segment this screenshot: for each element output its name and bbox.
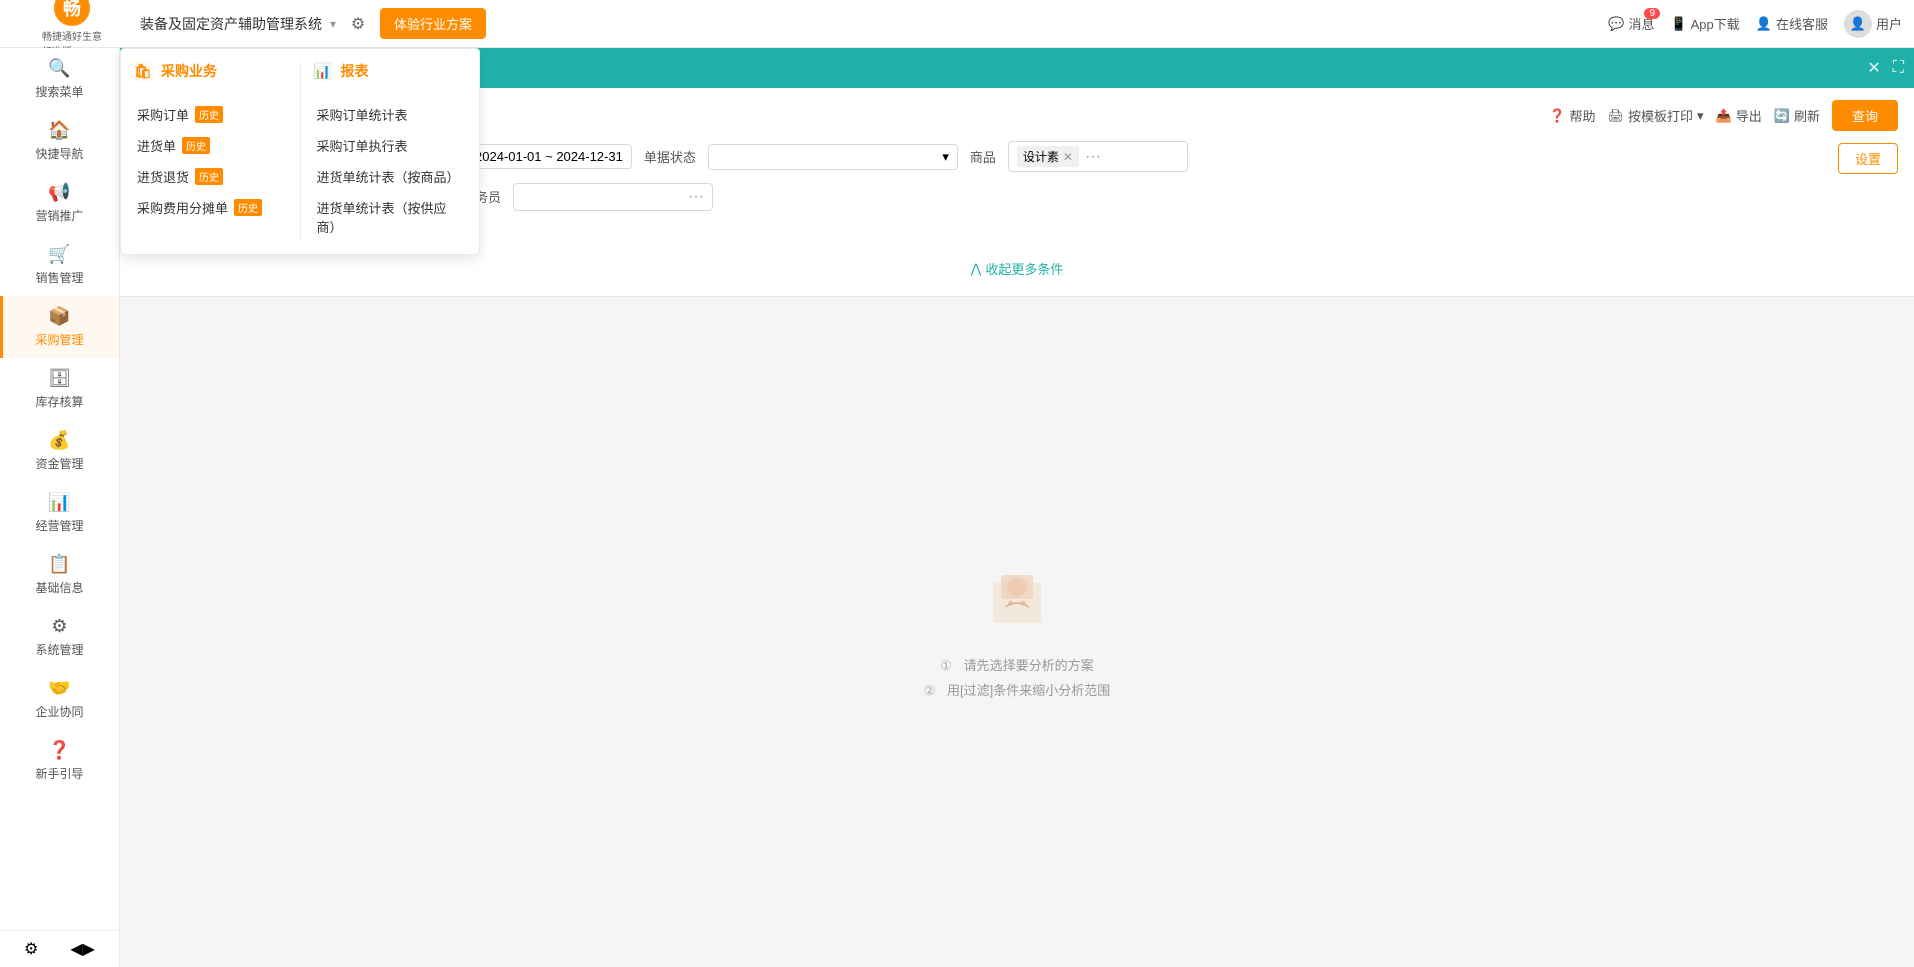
- home-icon: 🏠: [48, 120, 70, 141]
- salesman-input[interactable]: ···: [513, 183, 713, 211]
- history-badge-2: 历史: [195, 168, 223, 185]
- storage-icon: 🗄: [48, 368, 71, 389]
- print-dropdown-arrow[interactable]: ▾: [1697, 108, 1704, 124]
- system-title-area: 装备及固定资产辅助管理系统 ▾ ⚙ 体验行业方案: [140, 8, 1600, 39]
- export-button[interactable]: 📤 导出: [1716, 106, 1762, 125]
- menu-item-report-order-stats[interactable]: 采购订单统计表: [313, 99, 468, 130]
- status-dropdown-arrow: ▾: [942, 149, 949, 165]
- goods-label: 商品: [970, 147, 996, 166]
- sidebar-item-basic[interactable]: 📋 基础信息: [0, 544, 119, 606]
- sidebar-item-enterprise[interactable]: 🤝 企业协同: [0, 668, 119, 730]
- empty-hint-2: ② 用[过滤]条件来缩小分析范围: [924, 680, 1111, 699]
- status-select[interactable]: ▾: [708, 144, 958, 170]
- template-print-button[interactable]: 🖨 按模板打印 ▾: [1608, 106, 1704, 125]
- sidebar-item-purchase[interactable]: 📦 采购管理: [0, 296, 119, 358]
- system-title-text: 装备及固定资产辅助管理系统: [140, 14, 322, 34]
- menu-item-purchase-expense[interactable]: 采购费用分摊单 历史: [133, 192, 288, 223]
- sidebar-item-funds[interactable]: 💰 资金管理: [0, 420, 119, 482]
- menu-item-purchase-order[interactable]: 采购订单 历史: [133, 99, 288, 130]
- list-icon: 📋: [48, 554, 70, 575]
- history-badge-3: 历史: [234, 199, 262, 216]
- menu-item-report-incoming-goods[interactable]: 进货单统计表（按商品）: [313, 161, 468, 192]
- megaphone-icon: 📢: [48, 182, 70, 203]
- main-layout: 🔍 搜索菜单 🏠 快捷导航 📢 营销推广 🛒 销售管理 📦 采购管理 🗄 库存核…: [0, 48, 1914, 967]
- online-service-button[interactable]: 👤 在线客服: [1756, 14, 1828, 33]
- user-button[interactable]: 👤 用户: [1844, 10, 1902, 38]
- tab-close-all-icon[interactable]: ✕: [1865, 56, 1882, 80]
- goods-tag-close[interactable]: ✕: [1063, 150, 1073, 164]
- purchase-dropdown-menu: 🛍 采购业务 采购订单 历史 进货单 历史 进货退货 历史 采购费用分摊单 历史: [120, 48, 480, 255]
- tab-bar-actions: ✕ ⛶: [1865, 56, 1906, 80]
- messages-badge: 9: [1644, 8, 1660, 19]
- goods-tag: 设计素 ✕: [1017, 146, 1079, 167]
- sidebar-item-inventory[interactable]: 🗄 库存核算: [0, 358, 119, 420]
- chart-icon: 📊: [48, 492, 70, 513]
- top-header: 畅 畅捷通好生意 标准版 装备及固定资产辅助管理系统 ▾ ⚙ 体验行业方案 💬 …: [0, 0, 1914, 48]
- box-icon: 📦: [48, 306, 70, 327]
- app-download-button[interactable]: 📱 App下载: [1670, 14, 1739, 33]
- sidebar-item-guide[interactable]: ❓ 新手引导: [0, 730, 119, 792]
- export-icon: 📤: [1716, 108, 1732, 124]
- empty-hint-1: ① 请先选择要分析的方案: [940, 655, 1093, 674]
- empty-illustration: [977, 559, 1057, 639]
- avatar: 👤: [1844, 10, 1872, 38]
- search-icon: 🔍: [48, 58, 70, 79]
- toolbar-buttons: ❓ 帮助 🖨 按模板打印 ▾ 📤 导出 🔄 刷新: [1549, 100, 1898, 131]
- refresh-button[interactable]: 🔄 刷新: [1774, 106, 1820, 125]
- system-dropdown-arrow[interactable]: ▾: [330, 17, 336, 31]
- menu-item-purchase-return[interactable]: 进货退货 历史: [133, 161, 288, 192]
- handshake-icon: 🤝: [48, 678, 70, 699]
- history-badge-0: 历史: [195, 106, 223, 123]
- date-range-input[interactable]: 2024-01-01 ~ 2024-12-31: [466, 144, 632, 169]
- tab-fullscreen-icon[interactable]: ⛶: [1891, 57, 1906, 79]
- help-icon: ❓: [1549, 108, 1565, 124]
- menu-column-report: 📊 报表 采购订单统计表 采购订单执行表 进货单统计表（按商品） 进货单统计表（…: [313, 61, 468, 242]
- sidebar-item-operations[interactable]: 📊 经营管理: [0, 482, 119, 544]
- sidebar-item-sales[interactable]: 🛒 销售管理: [0, 234, 119, 296]
- query-button[interactable]: 查询: [1832, 100, 1898, 131]
- goods-more-button[interactable]: ···: [1085, 148, 1101, 166]
- setting-button[interactable]: 设置: [1838, 143, 1898, 174]
- menu-item-purchase-incoming[interactable]: 进货单 历史: [133, 130, 288, 161]
- sidebar-footer-settings[interactable]: ⚙: [24, 939, 38, 959]
- menu-divider: [300, 61, 301, 242]
- history-badge-1: 历史: [182, 137, 210, 154]
- sidebar-item-search[interactable]: 🔍 搜索菜单: [0, 48, 119, 110]
- purchase-column-title: 🛍 采购业务: [133, 61, 288, 87]
- sidebar-footer: ⚙ ◀▶: [0, 930, 119, 967]
- cart-icon: 🛒: [48, 244, 70, 265]
- sidebar-item-system[interactable]: ⚙ 系统管理: [0, 606, 119, 668]
- status-label: 单据状态: [644, 147, 696, 166]
- gear-button[interactable]: ⚙: [344, 10, 372, 38]
- goods-input[interactable]: 设计素 ✕ ···: [1008, 141, 1188, 172]
- empty-state: ① 请先选择要分析的方案 ② 用[过滤]条件来缩小分析范围: [120, 297, 1914, 967]
- report-icon: 📊: [313, 61, 333, 81]
- purchase-icon: 🛍: [133, 61, 153, 81]
- sidebar: 🔍 搜索菜单 🏠 快捷导航 📢 营销推广 🛒 销售管理 📦 采购管理 🗄 库存核…: [0, 48, 120, 967]
- refresh-icon: 🔄: [1774, 108, 1790, 124]
- menu-item-report-incoming-supplier[interactable]: 进货单统计表（按供应商）: [313, 192, 468, 242]
- collapse-button[interactable]: ⋀ 收起更多条件: [136, 253, 1898, 284]
- help-button[interactable]: ❓ 帮助: [1549, 106, 1595, 125]
- logo-icon: 畅: [54, 0, 90, 26]
- collapse-up-icon: ⋀: [971, 261, 982, 277]
- report-column-title: 📊 报表: [313, 61, 468, 87]
- sidebar-item-marketing[interactable]: 📢 营销推广: [0, 172, 119, 234]
- sidebar-item-quicknav[interactable]: 🏠 快捷导航: [0, 110, 119, 172]
- money-icon: 💰: [48, 430, 70, 451]
- messages-button[interactable]: 💬 消息 9: [1608, 14, 1654, 33]
- header-right: 💬 消息 9 📱 App下载 👤 在线客服 👤 用户: [1608, 10, 1902, 38]
- menu-column-purchase: 🛍 采购业务 采购订单 历史 进货单 历史 进货退货 历史 采购费用分摊单 历史: [133, 61, 288, 242]
- help-icon: ❓: [48, 740, 70, 761]
- industry-button[interactable]: 体验行业方案: [380, 8, 486, 39]
- sidebar-footer-collapse[interactable]: ◀▶: [70, 939, 95, 959]
- settings-icon: ⚙: [51, 616, 67, 637]
- menu-item-report-order-exec[interactable]: 采购订单执行表: [313, 130, 468, 161]
- print-icon: 🖨: [1608, 108, 1625, 124]
- salesman-more-button[interactable]: ···: [688, 188, 704, 206]
